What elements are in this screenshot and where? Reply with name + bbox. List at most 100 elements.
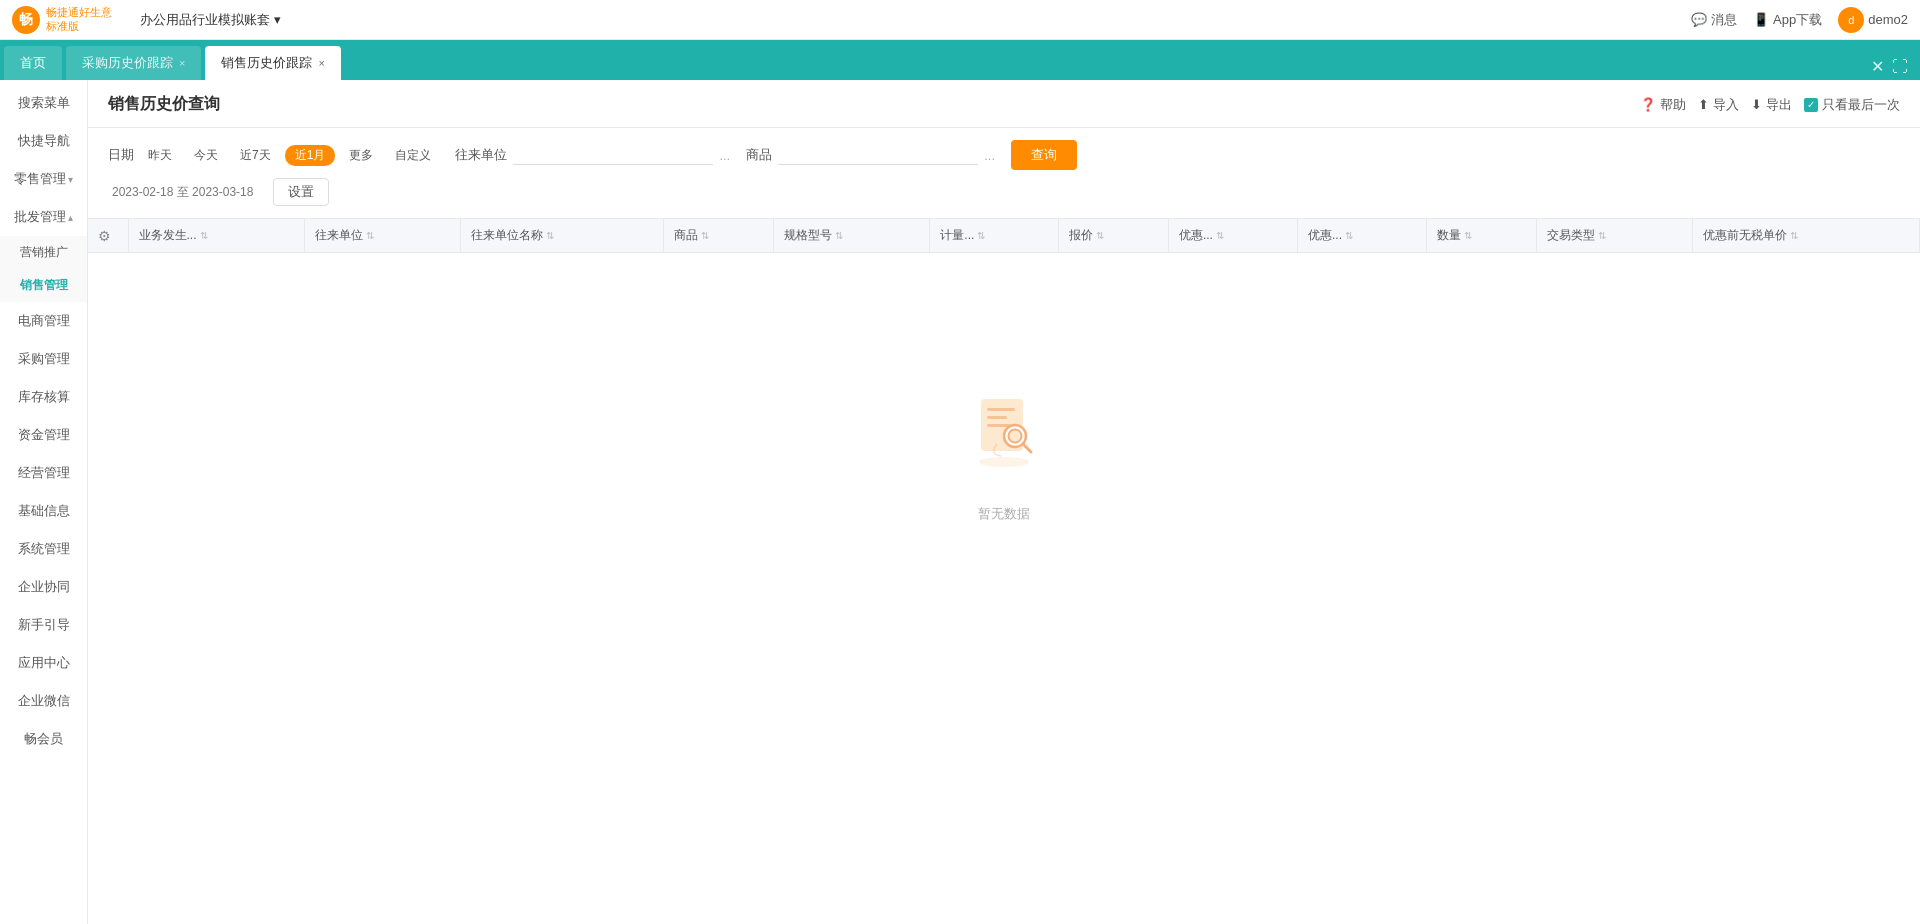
last1month-btn[interactable]: 近1月 <box>285 145 336 166</box>
sidebar: 搜索菜单 快捷导航 零售管理 ▾ 批发管理 ▴ 营销推广 销售管理 电商管理 采… <box>0 80 88 924</box>
import-button[interactable]: ⬆ 导入 <box>1698 96 1739 114</box>
svg-point-0 <box>979 457 1029 467</box>
sidebar-item-search-menu[interactable]: 搜索菜单 <box>0 84 87 122</box>
svg-line-7 <box>1023 444 1031 452</box>
table-settings-icon[interactable]: ⚙ <box>98 228 111 244</box>
svg-rect-3 <box>987 416 1007 419</box>
wholesale-submenu: 营销推广 销售管理 <box>0 236 87 302</box>
sidebar-item-inventory[interactable]: 库存核算 <box>0 378 87 416</box>
search-button[interactable]: 查询 <box>1011 140 1077 170</box>
main-wrapper: 搜索菜单 快捷导航 零售管理 ▾ 批发管理 ▴ 营销推广 销售管理 电商管理 采… <box>0 80 1920 924</box>
settings-button[interactable]: 设置 <box>273 178 329 206</box>
custom-btn[interactable]: 自定义 <box>387 145 439 166</box>
date-range-display: 2023-02-18 至 2023-03-18 <box>112 184 253 201</box>
sidebar-item-newbie[interactable]: 新手引导 <box>0 606 87 644</box>
logo-text: 畅捷通好生意 标准版 <box>46 6 112 32</box>
sidebar-item-operation[interactable]: 经营管理 <box>0 454 87 492</box>
sidebar-item-system[interactable]: 系统管理 <box>0 530 87 568</box>
last7days-btn[interactable]: 近7天 <box>232 145 279 166</box>
message-button[interactable]: 💬 消息 <box>1691 11 1737 29</box>
sidebar-item-wechat[interactable]: 企业微信 <box>0 682 87 720</box>
th-discount2[interactable]: 优惠... ⇅ <box>1298 219 1427 253</box>
tab-bar-actions: ✕ ⛶ <box>1871 57 1920 80</box>
sidebar-item-member[interactable]: 畅会员 <box>0 720 87 758</box>
logo-icon: 畅 <box>12 6 40 34</box>
goods-label: 商品 <box>746 146 772 164</box>
sidebar-item-enterprise[interactable]: 企业协同 <box>0 568 87 606</box>
table-container: ⚙ 业务发生... ⇅ 往来单位 ⇅ <box>88 219 1920 924</box>
th-partner-name[interactable]: 往来单位名称 ⇅ <box>460 219 663 253</box>
sidebar-item-wholesale[interactable]: 批发管理 ▴ <box>0 198 87 236</box>
chevron-down-icon: ▾ <box>274 12 281 27</box>
only-last-checkbox[interactable]: ✓ <box>1804 98 1818 112</box>
th-partner-code[interactable]: 往来单位 ⇅ <box>304 219 460 253</box>
th-pretax-price[interactable]: 优惠前无税单价 ⇅ <box>1693 219 1920 253</box>
tab-home[interactable]: 首页 <box>4 46 62 80</box>
sidebar-item-purchase[interactable]: 采购管理 <box>0 340 87 378</box>
export-icon: ⬇ <box>1751 97 1762 112</box>
goods-input[interactable] <box>778 145 978 165</box>
sidebar-item-retail[interactable]: 零售管理 ▾ <box>0 160 87 198</box>
help-button[interactable]: ❓ 帮助 <box>1640 96 1686 114</box>
yesterday-btn[interactable]: 昨天 <box>140 145 180 166</box>
partner-dots[interactable]: ... <box>719 148 730 163</box>
svg-point-6 <box>1009 429 1022 442</box>
sort-icon-spec: ⇅ <box>835 230 843 241</box>
empty-text: 暂无数据 <box>978 505 1030 523</box>
app-download-button[interactable]: 📱 App下载 <box>1753 11 1822 29</box>
sort-icon-discount1: ⇅ <box>1216 230 1224 241</box>
import-icon: ⬆ <box>1698 97 1709 112</box>
th-trade-type[interactable]: 交易类型 ⇅ <box>1536 219 1692 253</box>
sidebar-item-ecommerce[interactable]: 电商管理 <box>0 302 87 340</box>
tab-close-sales[interactable]: × <box>318 57 324 69</box>
tab-purchase-history[interactable]: 采购历史价跟踪 × <box>66 46 201 80</box>
sort-icon-unit: ⇅ <box>977 230 985 241</box>
th-unit[interactable]: 计量... ⇅ <box>930 219 1059 253</box>
sidebar-sub-item-sales[interactable]: 销售管理 <box>0 269 87 302</box>
app-selector[interactable]: 办公用品行业模拟账套 ▾ <box>140 11 281 29</box>
more-btn[interactable]: 更多 <box>341 145 381 166</box>
goods-filter-group: 商品 ... <box>746 145 995 165</box>
sort-icon-qty: ⇅ <box>1464 230 1472 241</box>
avatar: d <box>1838 7 1864 33</box>
sort-icon-goods: ⇅ <box>701 230 709 241</box>
th-date[interactable]: 业务发生... ⇅ <box>128 219 304 253</box>
tab-sales-history[interactable]: 销售历史价跟踪 × <box>205 46 340 80</box>
logo-area: 畅 畅捷通好生意 标准版 <box>12 6 112 34</box>
filter-row-1: 日期 昨天 今天 近7天 近1月 更多 自定义 往来单位 ... 商品 ... <box>108 140 1900 170</box>
fullscreen-button[interactable]: ⛶ <box>1892 58 1908 76</box>
empty-icon <box>959 384 1049 493</box>
only-last-checkbox-label[interactable]: ✓ 只看最后一次 <box>1804 96 1900 114</box>
sidebar-item-appstore[interactable]: 应用中心 <box>0 644 87 682</box>
content-area: 销售历史价查询 ❓ 帮助 ⬆ 导入 ⬇ 导出 ✓ 只看最后一次 <box>88 80 1920 924</box>
close-window-button[interactable]: ✕ <box>1871 57 1884 76</box>
partner-input[interactable] <box>513 145 713 165</box>
sidebar-item-finance[interactable]: 资金管理 <box>0 416 87 454</box>
sidebar-item-basic[interactable]: 基础信息 <box>0 492 87 530</box>
today-btn[interactable]: 今天 <box>186 145 226 166</box>
sort-icon-trade-type: ⇅ <box>1598 230 1606 241</box>
tab-close-purchase[interactable]: × <box>179 57 185 69</box>
table-settings-th[interactable]: ⚙ <box>88 219 128 253</box>
table-header-row: ⚙ 业务发生... ⇅ 往来单位 ⇅ <box>88 219 1920 253</box>
sort-icon-discount2: ⇅ <box>1345 230 1353 241</box>
export-button[interactable]: ⬇ 导出 <box>1751 96 1792 114</box>
th-discount1[interactable]: 优惠... ⇅ <box>1168 219 1297 253</box>
help-icon: ❓ <box>1640 97 1656 112</box>
chevron-up-icon: ▴ <box>68 212 73 223</box>
goods-dots[interactable]: ... <box>984 148 995 163</box>
th-spec[interactable]: 规格型号 ⇅ <box>773 219 929 253</box>
th-goods[interactable]: 商品 ⇅ <box>664 219 774 253</box>
user-profile[interactable]: d demo2 <box>1838 7 1908 33</box>
page-header: 销售历史价查询 ❓ 帮助 ⬆ 导入 ⬇ 导出 ✓ 只看最后一次 <box>88 80 1920 128</box>
th-price[interactable]: 报价 ⇅ <box>1059 219 1169 253</box>
partner-filter-group: 往来单位 ... <box>455 145 730 165</box>
sort-icon-pretax-price: ⇅ <box>1790 230 1798 241</box>
sort-icon-partner-name: ⇅ <box>546 230 554 241</box>
sidebar-sub-item-marketing[interactable]: 营销推广 <box>0 236 87 269</box>
header-right: 💬 消息 📱 App下载 d demo2 <box>1691 7 1908 33</box>
top-header: 畅 畅捷通好生意 标准版 办公用品行业模拟账套 ▾ 💬 消息 📱 App下载 d… <box>0 0 1920 40</box>
th-qty[interactable]: 数量 ⇅ <box>1427 219 1537 253</box>
sidebar-item-quick-nav[interactable]: 快捷导航 <box>0 122 87 160</box>
empty-state: 暂无数据 <box>88 253 1920 653</box>
